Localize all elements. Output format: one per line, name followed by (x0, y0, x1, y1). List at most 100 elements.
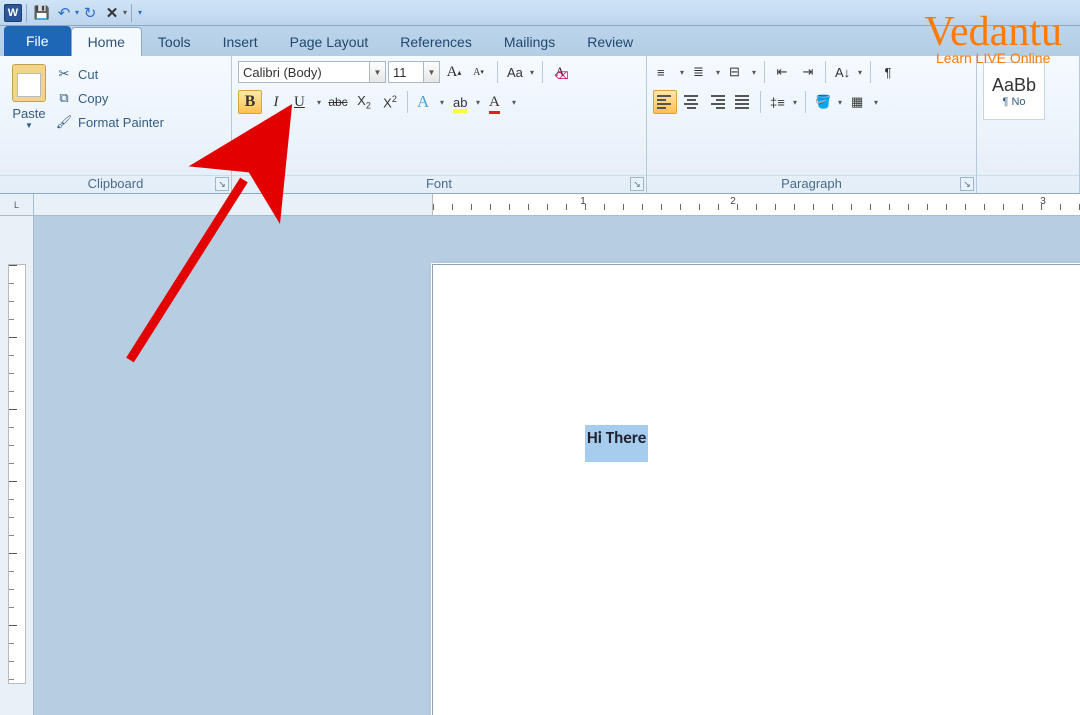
show-marks-button[interactable]: ¶ (876, 60, 900, 84)
horizontal-ruler[interactable]: 1 2 3 (432, 194, 1080, 215)
outdent-icon: ⇤ (777, 64, 788, 80)
group-label-font: Font ↘ (232, 175, 646, 193)
text-effects-icon: A (417, 92, 429, 112)
document-workspace: Hi There (34, 216, 1080, 715)
tab-mailings[interactable]: Mailings (488, 28, 571, 56)
horizontal-ruler-row: L 1 2 3 (0, 194, 1080, 216)
decrease-indent-button[interactable]: ⇤ (770, 60, 794, 84)
increase-indent-button[interactable]: ⇥ (796, 60, 820, 84)
grow-font-icon: A (447, 64, 458, 81)
italic-button[interactable]: I (264, 90, 288, 114)
style-name: ¶ No (1002, 96, 1025, 108)
redo-button[interactable]: ↻ (80, 3, 100, 23)
group-paragraph: ≡ ≣ ⊟ ⇤ ⇥ A↓ ¶ ‡≡ 🪣 ▦ (647, 56, 977, 193)
redo-icon: ↻ (84, 4, 97, 22)
justify-icon (735, 95, 751, 109)
line-spacing-icon: ‡≡ (770, 95, 785, 110)
document-page[interactable]: Hi There (432, 264, 1080, 715)
font-family-combo[interactable]: Calibri (Body) ▼ (238, 61, 386, 83)
group-label-paragraph: Paragraph ↘ (647, 175, 976, 193)
grow-font-button[interactable]: A▴ (442, 60, 466, 84)
strikethrough-icon: abc (328, 95, 347, 109)
bold-button[interactable]: B (238, 90, 262, 114)
multilevel-icon: ⊟ (729, 64, 740, 80)
justify-button[interactable] (731, 90, 755, 114)
tab-tools[interactable]: Tools (142, 28, 207, 56)
group-styles: AaBb ¶ No (977, 56, 1080, 193)
text-effects-button[interactable]: A (413, 90, 447, 114)
logo-brand: Vedantu (924, 14, 1062, 50)
underline-button[interactable]: U (290, 90, 324, 114)
chevron-down-icon: ▼ (369, 62, 385, 82)
paste-dropdown-icon[interactable]: ▼ (25, 121, 33, 130)
format-painter-label: Format Painter (78, 115, 164, 130)
close-button[interactable]: ✕ (102, 3, 122, 23)
separator (26, 4, 27, 22)
copy-label: Copy (78, 91, 108, 106)
font-family-value: Calibri (Body) (243, 65, 322, 80)
sort-icon: A↓ (835, 65, 850, 80)
pilcrow-icon: ¶ (885, 65, 892, 80)
ruler-number: 2 (730, 196, 736, 207)
strikethrough-button[interactable]: abc (326, 90, 350, 114)
tab-review[interactable]: Review (571, 28, 649, 56)
font-size-value: 11 (393, 65, 407, 80)
clear-formatting-button[interactable]: A⌫ (548, 60, 572, 84)
undo-dropdown[interactable]: ▾ (75, 8, 79, 17)
bullets-icon: ≡ (657, 65, 665, 80)
align-left-button[interactable] (653, 90, 677, 114)
font-color-button[interactable]: A (485, 90, 519, 114)
tab-home[interactable]: Home (71, 27, 142, 56)
multilevel-list-button[interactable]: ⊟ (725, 60, 759, 84)
watermark-logo: Vedantu Learn LIVE Online (924, 14, 1062, 66)
group-label-styles (977, 175, 1079, 193)
paste-button[interactable]: Paste ▼ (6, 60, 52, 130)
subscript-icon: X2 (357, 93, 371, 111)
cut-button[interactable]: ✂ Cut (56, 66, 164, 82)
align-right-button[interactable] (705, 90, 729, 114)
paragraph-dialog-launcher[interactable]: ↘ (960, 177, 974, 191)
paint-bucket-icon: 🪣 (815, 94, 831, 110)
change-case-button[interactable]: Aa (503, 60, 537, 84)
font-dialog-launcher[interactable]: ↘ (630, 177, 644, 191)
copy-icon: ⧉ (56, 90, 72, 106)
line-spacing-button[interactable]: ‡≡ (766, 90, 800, 114)
tab-references[interactable]: References (384, 28, 488, 56)
vertical-ruler[interactable] (8, 264, 26, 684)
highlight-button[interactable]: ab (449, 90, 483, 114)
indent-icon: ⇥ (803, 64, 814, 80)
shrink-font-button[interactable]: A▾ (468, 60, 492, 84)
shading-button[interactable]: 🪣 (811, 90, 845, 114)
format-painter-button[interactable]: 🖌 Format Painter (56, 114, 164, 130)
bullets-button[interactable]: ≡ (653, 60, 687, 84)
qat-customize-dropdown[interactable]: ▾ (138, 8, 142, 17)
borders-icon: ▦ (851, 94, 863, 110)
style-normal-tile[interactable]: AaBb ¶ No (983, 62, 1045, 120)
ribbon-tabs: File Home Tools Insert Page Layout Refer… (0, 26, 1080, 56)
superscript-button[interactable]: X2 (378, 90, 402, 114)
tab-file[interactable]: File (4, 26, 71, 56)
borders-button[interactable]: ▦ (847, 90, 881, 114)
separator (131, 4, 132, 22)
selected-text[interactable]: Hi There (585, 425, 648, 462)
title-bar: W 💾 ↶ ▾ ↻ ✕ ▾ ▾ (0, 0, 1080, 26)
tab-page-layout[interactable]: Page Layout (274, 28, 385, 56)
subscript-button[interactable]: X2 (352, 90, 376, 114)
font-size-combo[interactable]: 11▼ (388, 61, 440, 83)
group-font: Calibri (Body) ▼ 11▼ A▴ A▾ Aa A⌫ B I U ab… (232, 56, 647, 193)
undo-button[interactable]: ↶ (54, 3, 74, 23)
copy-button[interactable]: ⧉ Copy (56, 90, 164, 106)
save-button[interactable]: 💾 (32, 3, 52, 23)
logo-tagline: Learn LIVE Online (924, 50, 1062, 66)
vertical-ruler-col (0, 216, 34, 715)
paste-label: Paste (12, 106, 45, 121)
font-color-icon: A (489, 94, 500, 111)
tab-selector[interactable]: L (0, 194, 34, 216)
sort-button[interactable]: A↓ (831, 60, 865, 84)
clipboard-dialog-launcher[interactable]: ↘ (215, 177, 229, 191)
align-center-button[interactable] (679, 90, 703, 114)
numbering-button[interactable]: ≣ (689, 60, 723, 84)
tab-insert[interactable]: Insert (207, 28, 274, 56)
bold-icon: B (245, 93, 256, 111)
close-dropdown[interactable]: ▾ (123, 8, 127, 17)
